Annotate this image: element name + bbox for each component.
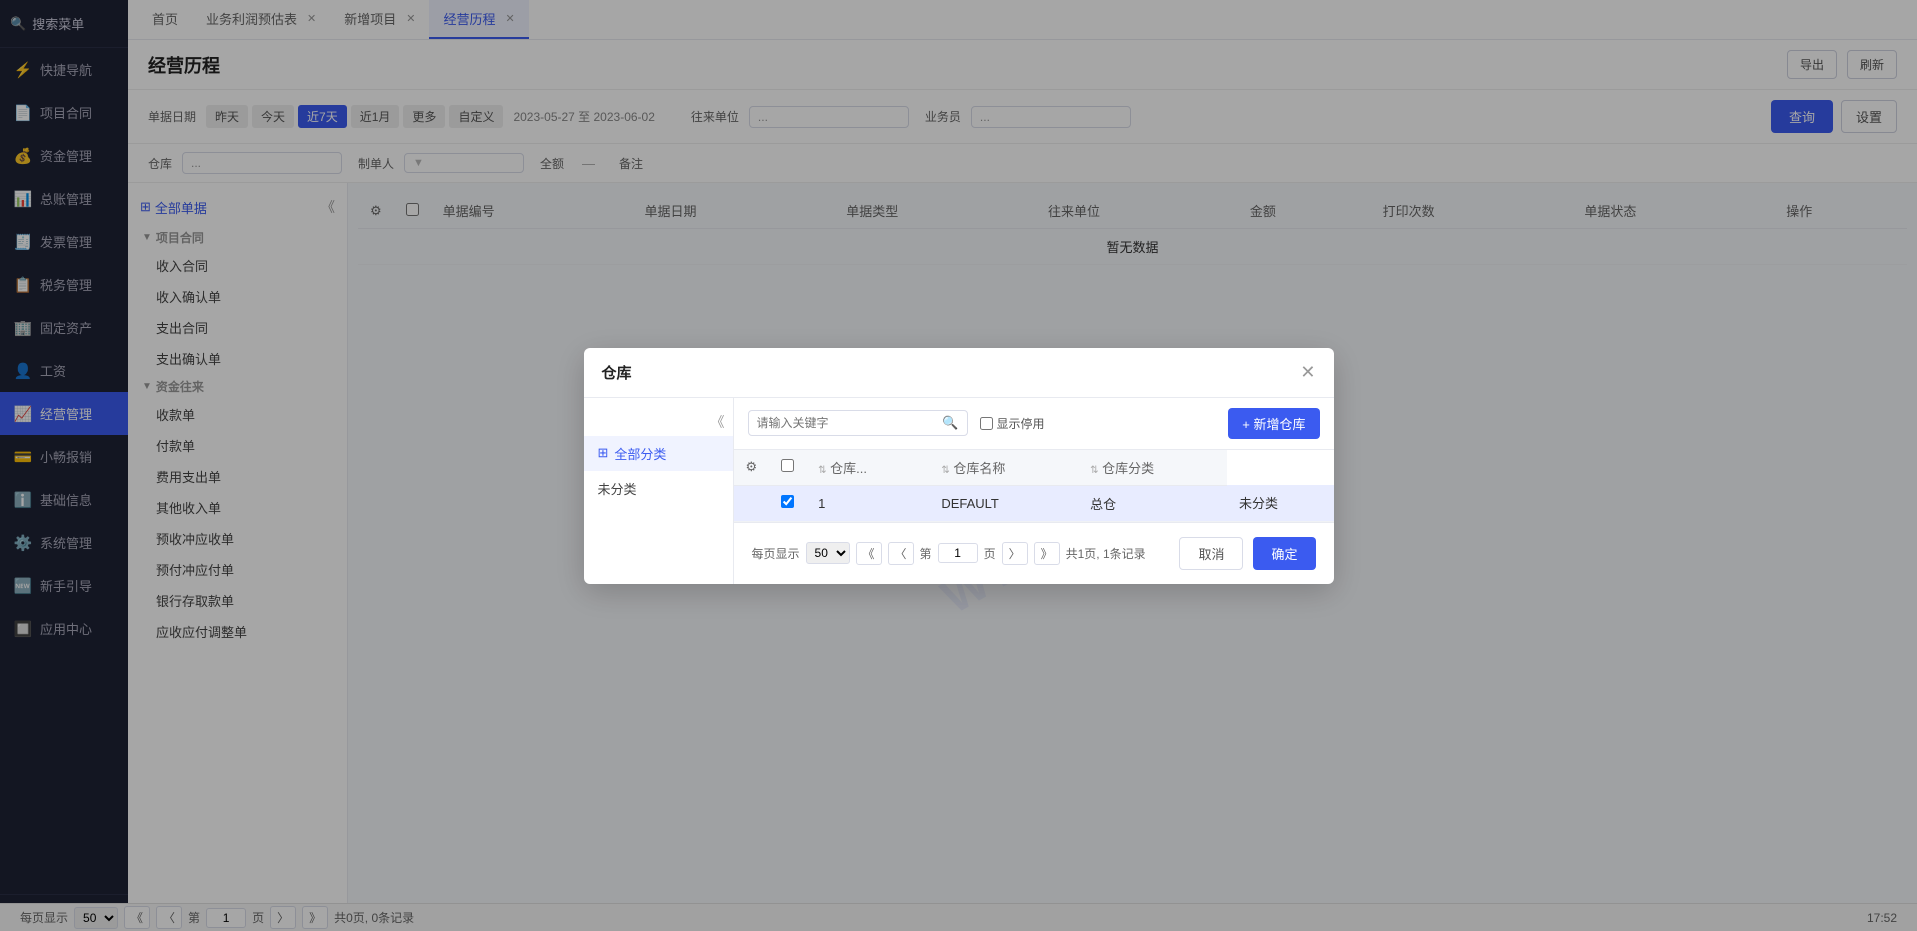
show-disabled-label[interactable]: 显示停用 — [980, 415, 1045, 432]
modal-col-check[interactable] — [769, 450, 806, 486]
modal-select-all[interactable] — [781, 459, 794, 472]
col-code-label: 仓库... — [830, 461, 867, 476]
modal-sidebar-uncat-label: 未分类 — [598, 479, 637, 498]
modal-sidebar: 《 ⊞ 全部分类 未分类 — [584, 398, 734, 584]
modal-header: 仓库 ✕ — [584, 348, 1334, 398]
modal-col-settings[interactable]: ⚙ — [734, 450, 770, 486]
modal-overlay[interactable]: 仓库 ✕ 《 ⊞ 全部分类 未分类 — [0, 0, 1917, 931]
modal-footer: 每页显示 50 《 〈 第 页 〉 》 共1页, 1条记录 — [734, 522, 1334, 584]
sort-icon-name: ⇅ — [941, 465, 949, 476]
modal-next-btn[interactable]: 〉 — [1002, 542, 1028, 565]
modal-table: ⚙ ⇅ 仓库... ⇅ 仓库名称 — [734, 450, 1334, 522]
row-checkbox[interactable] — [781, 495, 794, 508]
warehouse-modal: 仓库 ✕ 《 ⊞ 全部分类 未分类 — [584, 348, 1334, 584]
show-disabled-checkbox[interactable] — [980, 417, 993, 430]
modal-title: 仓库 — [602, 362, 632, 383]
modal-page-size-label: 每页显示 — [752, 545, 800, 562]
modal-prev-btn[interactable]: 〈 — [888, 542, 914, 565]
modal-main: 🔍 显示停用 + 新增仓库 ⚙ — [734, 398, 1334, 584]
modal-page-suffix: 页 — [984, 545, 996, 562]
modal-search-input[interactable] — [757, 416, 943, 430]
modal-col-code: ⇅ 仓库... — [806, 450, 929, 486]
row-id-cell: 1 — [806, 485, 929, 521]
modal-page-word: 第 — [920, 545, 932, 562]
sort-icon-cat: ⇅ — [1090, 465, 1098, 476]
modal-table-row[interactable]: 1 DEFAULT 总仓 未分类 — [734, 485, 1334, 521]
sort-icon-code: ⇅ — [818, 465, 826, 476]
modal-page-size-row: 每页显示 50 《 〈 第 页 〉 》 共1页, 1条记录 — [752, 542, 1146, 565]
modal-footer-btns: 取消 确定 — [1179, 537, 1315, 570]
modal-first-btn[interactable]: 《 — [856, 542, 882, 565]
modal-col-category: ⇅ 仓库分类 — [1078, 450, 1227, 486]
row-category-cell: 未分类 — [1227, 485, 1334, 521]
modal-body: 《 ⊞ 全部分类 未分类 🔍 — [584, 398, 1334, 584]
col-cat-label: 仓库分类 — [1102, 461, 1154, 476]
grid-icon-small: ⊞ — [598, 445, 609, 461]
modal-last-btn[interactable]: 》 — [1034, 542, 1060, 565]
row-name-cell: 总仓 — [1078, 485, 1227, 521]
modal-toolbar: 🔍 显示停用 + 新增仓库 — [734, 398, 1334, 450]
modal-table-header-row: ⚙ ⇅ 仓库... ⇅ 仓库名称 — [734, 450, 1334, 486]
modal-search-wrap: 🔍 — [748, 410, 968, 436]
row-settings-cell — [734, 485, 770, 521]
show-disabled-text: 显示停用 — [997, 415, 1045, 432]
modal-col-name: ⇅ 仓库名称 — [929, 450, 1078, 486]
modal-page-input[interactable] — [938, 543, 978, 563]
row-check-cell[interactable] — [769, 485, 806, 521]
add-warehouse-button[interactable]: + 新增仓库 — [1228, 408, 1319, 439]
cancel-button[interactable]: 取消 — [1179, 537, 1243, 570]
col-name-label: 仓库名称 — [953, 461, 1005, 476]
modal-sidebar-uncategorized[interactable]: 未分类 — [584, 471, 733, 506]
row-code-cell: DEFAULT — [929, 485, 1078, 521]
modal-sidebar-all-label: 全部分类 — [614, 444, 666, 463]
modal-sidebar-collapse-btn[interactable]: 《 — [584, 408, 733, 436]
search-icon: 🔍 — [942, 415, 958, 431]
modal-close-btn[interactable]: ✕ — [1300, 362, 1315, 383]
collapse-icon: 《 — [711, 412, 725, 432]
modal-table-container: ⚙ ⇅ 仓库... ⇅ 仓库名称 — [734, 450, 1334, 522]
modal-sidebar-all[interactable]: ⊞ 全部分类 — [584, 436, 733, 471]
confirm-button[interactable]: 确定 — [1253, 537, 1315, 570]
modal-page-size-select[interactable]: 50 — [806, 542, 850, 564]
modal-total-text: 共1页, 1条记录 — [1066, 545, 1146, 562]
